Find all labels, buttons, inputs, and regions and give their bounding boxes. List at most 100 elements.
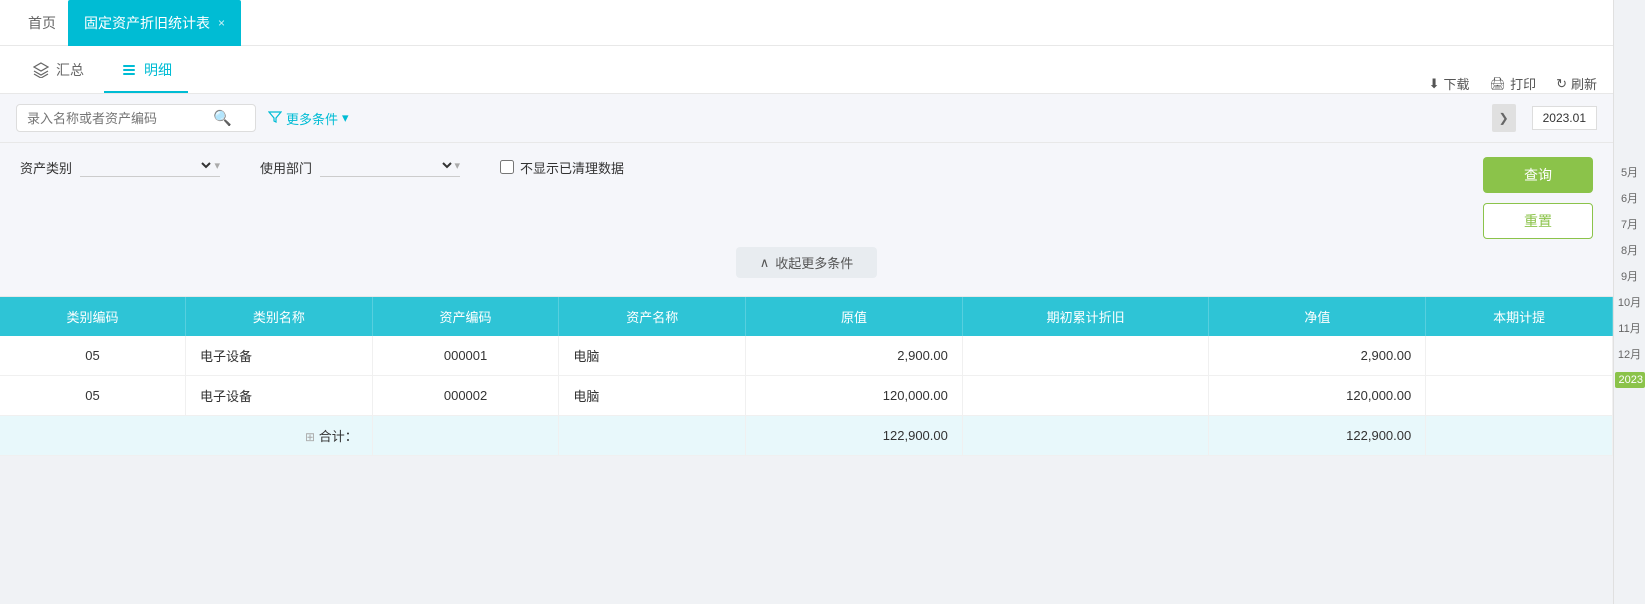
chevron-down-icon: ▾ [342,110,349,126]
sidebar-month-5[interactable]: 5月 [1614,160,1645,184]
asset-table: 类别编码 类别名称 资产编码 资产名称 原值 期初累计折旧 净值 本期计提 05… [0,297,1613,456]
nav-tab-label: 固定资产折旧统计表 [84,13,210,33]
cell-asset-name-1: 电脑 [559,336,746,376]
cell-category-code-2: 05 [0,376,186,416]
cell-original-value-2: 120,000.00 [746,376,963,416]
search-icon[interactable]: 🔍 [213,109,232,127]
table-header-row: 类别编码 类别名称 资产编码 资产名称 原值 期初累计折旧 净值 本期计提 [0,297,1613,336]
filter-section: 资产类别 ▾ 使用部门 ▾ 不显示已清理数 [0,143,1613,297]
sidebar-month-6[interactable]: 6月 [1614,186,1645,210]
cell-net-value-2: 120,000.00 [1209,376,1426,416]
tab-summary[interactable]: 汇总 [16,49,100,93]
print-button[interactable]: 🖨 打印 [1490,74,1537,93]
cell-category-name-1: 电子设备 [186,336,373,376]
more-filter-button[interactable]: 更多条件 ▾ [268,109,349,128]
right-sidebar: 5月 6月 7月 8月 9月 10月 11月 12月 2023 [1613,0,1645,604]
print-label: 打印 [1510,74,1536,93]
cell-total-original-value: 122,900.00 [746,416,963,456]
hide-cleared-filter: 不显示已清理数据 [500,158,624,177]
cell-acc-dep-2 [962,376,1209,416]
cell-total-acc-dep [962,416,1209,456]
query-button[interactable]: 查询 [1483,157,1593,193]
cell-total-current-period [1426,416,1613,456]
col-current-period: 本期计提 [1426,297,1613,336]
nav-tab-active[interactable]: 固定资产折旧统计表 × [68,0,241,46]
sidebar-month-7[interactable]: 7月 [1614,212,1645,236]
asset-category-select-wrap: ▾ [80,157,220,177]
download-button[interactable]: ⬇ 下载 [1429,74,1470,93]
close-tab-icon[interactable]: × [218,16,225,30]
filter-icon [268,110,282,127]
search-input[interactable] [27,111,207,126]
table-row: 05 电子设备 000002 电脑 120,000.00 120,000.00 [0,376,1613,416]
cell-net-value-1: 2,900.00 [1209,336,1426,376]
col-category-code: 类别编码 [0,297,186,336]
cell-total-asset-name [559,416,746,456]
sidebar-month-11[interactable]: 11月 [1614,316,1645,340]
top-nav: 首页 固定资产折旧统计表 × × [0,0,1645,46]
list-icon [120,61,138,79]
search-input-wrap: 🔍 [16,104,256,132]
print-icon: 🖨 [1490,76,1507,92]
date-indicator: 2023.01 [1532,106,1597,130]
collapse-row: ∧ 收起更多条件 [20,239,1593,282]
collapse-label: 收起更多条件 [775,253,853,272]
department-filter: 使用部门 ▾ [260,157,460,177]
asset-category-filter: 资产类别 ▾ [20,157,220,177]
col-asset-name: 资产名称 [559,297,746,336]
cell-category-name-2: 电子设备 [186,376,373,416]
tab-detail[interactable]: 明细 [104,49,188,93]
cell-category-code-1: 05 [0,336,186,376]
total-icon: ⊞ [305,430,315,444]
sidebar-month-10[interactable]: 10月 [1614,290,1645,314]
layers-icon [32,61,50,79]
main-area: 汇总 明细 ⬇ 下载 🖨 打印 ↻ 刷新 [0,46,1613,604]
chevron-down-icon: ▾ [214,159,220,172]
toolbar-right: ⬇ 下载 🖨 打印 ↻ 刷新 [1429,74,1597,93]
sidebar-month-12[interactable]: 12月 [1614,342,1645,366]
more-filter-label: 更多条件 [286,109,338,128]
right-panel-toggle[interactable]: ❯ [1492,104,1516,132]
col-net-value: 净值 [1209,297,1426,336]
refresh-label: 刷新 [1571,74,1597,93]
sub-tab-bar: 汇总 明细 ⬇ 下载 🖨 打印 ↻ 刷新 [0,46,1613,94]
cell-current-period-2 [1426,376,1613,416]
collapse-button[interactable]: ∧ 收起更多条件 [736,247,878,278]
cell-current-period-1 [1426,336,1613,376]
cell-total-asset-code [372,416,559,456]
department-select-wrap: ▾ [320,157,460,177]
sidebar-month-9[interactable]: 9月 [1614,264,1645,288]
asset-category-label: 资产类别 [20,158,72,177]
table-row: 05 电子设备 000001 电脑 2,900.00 2,900.00 [0,336,1613,376]
asset-category-select[interactable] [80,157,214,174]
cell-asset-code-2: 000002 [372,376,559,416]
table-wrap: 类别编码 类别名称 资产编码 资产名称 原值 期初累计折旧 净值 本期计提 05… [0,297,1613,456]
reset-button[interactable]: 重置 [1483,203,1593,239]
filter-row: 资产类别 ▾ 使用部门 ▾ 不显示已清理数 [20,157,1483,177]
cell-asset-name-2: 电脑 [559,376,746,416]
download-icon: ⬇ [1429,76,1440,92]
col-asset-code: 资产编码 [372,297,559,336]
hide-cleared-label: 不显示已清理数据 [520,158,624,177]
refresh-button[interactable]: ↻ 刷新 [1556,74,1597,93]
cell-original-value-1: 2,900.00 [746,336,963,376]
col-category-name: 类别名称 [186,297,373,336]
sidebar-year-badge[interactable]: 2023 [1615,372,1645,388]
tab-summary-label: 汇总 [56,60,84,80]
cell-total-label: ⊞ 合计： [0,416,372,456]
chevron-up-icon: ∧ [760,255,770,271]
refresh-icon: ↻ [1556,76,1567,92]
department-select[interactable] [320,157,454,174]
filter-buttons: 查询 重置 [1483,157,1593,239]
col-acc-depreciation: 期初累计折旧 [962,297,1209,336]
department-label: 使用部门 [260,158,312,177]
sidebar-month-8[interactable]: 8月 [1614,238,1645,262]
search-bar: 🔍 更多条件 ▾ ❯ 2023.01 [0,94,1613,143]
cell-asset-code-1: 000001 [372,336,559,376]
cell-acc-dep-1 [962,336,1209,376]
nav-home[interactable]: 首页 [16,13,68,33]
cell-total-net-value: 122,900.00 [1209,416,1426,456]
hide-cleared-checkbox[interactable] [500,160,514,174]
download-label: 下载 [1444,74,1470,93]
total-label-text: 合计： [319,429,358,444]
